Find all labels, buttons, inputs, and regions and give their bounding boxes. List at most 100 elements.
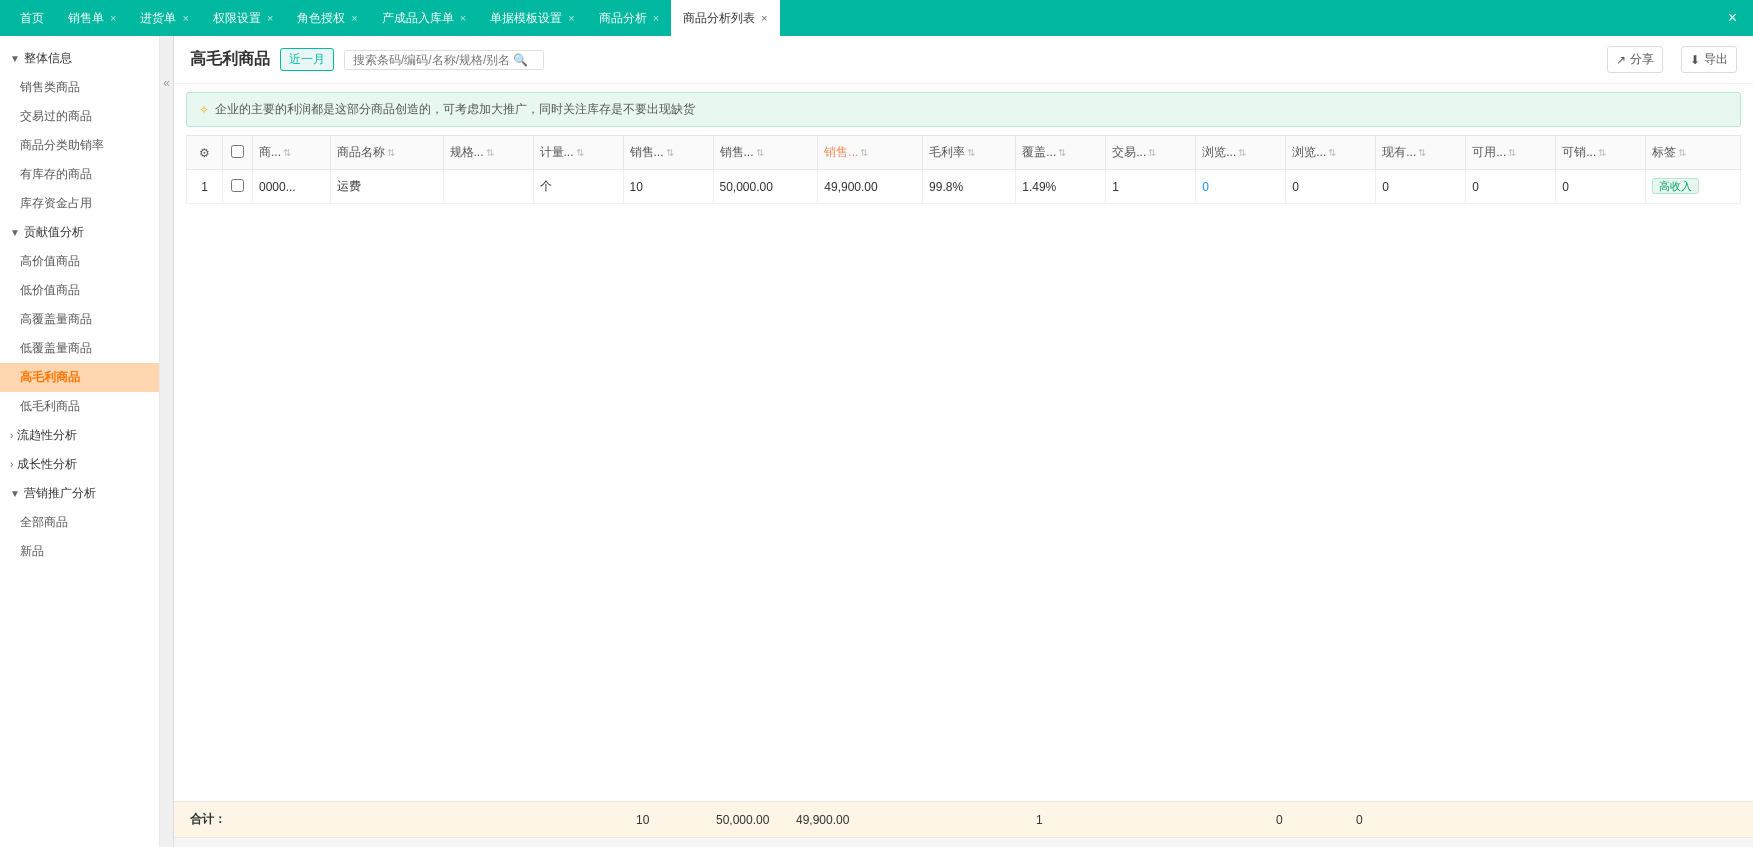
cell-checkbox[interactable] bbox=[223, 170, 253, 204]
nav-item-purchase[interactable]: 进货单 × bbox=[128, 0, 200, 36]
content-area: 高毛利商品 近一月 🔍 ↗ 分享 ⬇ 导出 ✧ 企业的主要 bbox=[174, 36, 1753, 847]
col-sales-cost[interactable]: 销售...⇅ bbox=[818, 136, 923, 170]
nav-close-analysis[interactable]: × bbox=[653, 12, 659, 24]
col-current-stock[interactable]: 现有...⇅ bbox=[1376, 136, 1466, 170]
sidebar-item-low-margin[interactable]: 低毛利商品 bbox=[0, 392, 159, 421]
info-banner: ✧ 企业的主要的利润都是这部分商品创造的，可考虑加大推广，同时关注库存是不要出现… bbox=[186, 92, 1741, 127]
nav-close-sales[interactable]: × bbox=[110, 12, 116, 24]
arrow-marketing: ▼ bbox=[10, 488, 20, 499]
search-input[interactable] bbox=[353, 53, 513, 67]
col-coverage[interactable]: 覆盖...⇅ bbox=[1016, 136, 1106, 170]
window-close-button[interactable]: × bbox=[1720, 9, 1745, 27]
nav-item-product-entry[interactable]: 产成品入库单 × bbox=[370, 0, 478, 36]
nav-item-role[interactable]: 角色授权 × bbox=[285, 0, 369, 36]
nav-close-template[interactable]: × bbox=[568, 12, 574, 24]
sidebar-group-marketing[interactable]: ▼ 营销推广分析 bbox=[0, 479, 159, 508]
nav-close-purchase[interactable]: × bbox=[182, 12, 188, 24]
sidebar-item-new-goods[interactable]: 新品 bbox=[0, 537, 159, 566]
col-transactions[interactable]: 交易...⇅ bbox=[1106, 136, 1196, 170]
col-name[interactable]: 商品名称⇅ bbox=[331, 136, 443, 170]
sidebar-group-overall[interactable]: ▼ 整体信息 bbox=[0, 44, 159, 73]
arrow-contribution: ▼ bbox=[10, 227, 20, 238]
cell-index: 1 bbox=[187, 170, 223, 204]
select-all-checkbox[interactable] bbox=[231, 145, 244, 158]
cell-gross-margin: 99.8% bbox=[923, 170, 1016, 204]
sidebar-group-growth[interactable]: › 成长性分析 bbox=[0, 450, 159, 479]
search-box: 🔍 bbox=[344, 50, 544, 70]
cell-views2: 0 bbox=[1286, 170, 1376, 204]
sidebar-group-trend[interactable]: › 流趋性分析 bbox=[0, 421, 159, 450]
sidebar-item-all-goods[interactable]: 全部商品 bbox=[0, 508, 159, 537]
sidebar-group-trend-label: 流趋性分析 bbox=[17, 427, 77, 444]
table-wrapper[interactable]: ⚙ 商...⇅ 商品名称⇅ 规格...⇅ 计量...⇅ 销售...⇅ 销售...… bbox=[174, 135, 1753, 801]
search-icon[interactable]: 🔍 bbox=[513, 53, 528, 67]
sidebar-group-growth-label: 成长性分析 bbox=[17, 456, 77, 473]
horizontal-scrollbar[interactable] bbox=[174, 837, 1753, 847]
time-filter-button[interactable]: 近一月 bbox=[280, 48, 334, 71]
share-button[interactable]: ↗ 分享 bbox=[1607, 46, 1663, 73]
row-checkbox[interactable] bbox=[231, 179, 244, 192]
top-nav: 首页 销售单 × 进货单 × 权限设置 × 角色授权 × 产成品入库单 × 单据… bbox=[0, 0, 1753, 36]
cell-transactions: 1 bbox=[1106, 170, 1196, 204]
cell-sellable: 0 bbox=[1556, 170, 1646, 204]
info-icon: ✧ bbox=[199, 103, 209, 117]
sidebar-item-category-rate[interactable]: 商品分类助销率 bbox=[0, 131, 159, 160]
sidebar-item-sales-goods[interactable]: 销售类商品 bbox=[0, 73, 159, 102]
nav-item-analysis[interactable]: 商品分析 × bbox=[587, 0, 671, 36]
sidebar-item-traded-goods[interactable]: 交易过的商品 bbox=[0, 102, 159, 131]
footer-sales-amount: 50,000.00 bbox=[710, 813, 790, 827]
col-checkbox[interactable] bbox=[223, 136, 253, 170]
nav-item-permission[interactable]: 权限设置 × bbox=[201, 0, 285, 36]
col-tag[interactable]: 标签⇅ bbox=[1646, 136, 1741, 170]
sidebar-group-marketing-label: 营销推广分析 bbox=[24, 485, 96, 502]
sidebar-item-stock-capital[interactable]: 库存资金占用 bbox=[0, 189, 159, 218]
sidebar-item-high-margin[interactable]: 高毛利商品 bbox=[0, 363, 159, 392]
nav-label-analysis: 商品分析 bbox=[599, 10, 647, 27]
col-available[interactable]: 可用...⇅ bbox=[1466, 136, 1556, 170]
col-sales-amount[interactable]: 销售...⇅ bbox=[713, 136, 818, 170]
cell-code: 0000... bbox=[253, 170, 331, 204]
col-views1[interactable]: 浏览...⇅ bbox=[1196, 136, 1286, 170]
cell-unit: 个 bbox=[533, 170, 623, 204]
nav-label-sales: 销售单 bbox=[68, 10, 104, 27]
cell-sales-cost: 49,900.00 bbox=[818, 170, 923, 204]
nav-close-analysis-list[interactable]: × bbox=[761, 12, 767, 24]
nav-close-permission[interactable]: × bbox=[267, 12, 273, 24]
collapse-icon: « bbox=[163, 76, 170, 90]
sidebar-item-low-value[interactable]: 低价值商品 bbox=[0, 276, 159, 305]
content-header: 高毛利商品 近一月 🔍 ↗ 分享 ⬇ 导出 bbox=[174, 36, 1753, 84]
sidebar-item-in-stock[interactable]: 有库存的商品 bbox=[0, 160, 159, 189]
arrow-trend: › bbox=[10, 430, 13, 441]
table-footer: 合计： 10 50,000.00 49,900.00 1 0 0 bbox=[174, 801, 1753, 837]
nav-label-purchase: 进货单 bbox=[140, 10, 176, 27]
nav-label-analysis-list: 商品分析列表 bbox=[683, 10, 755, 27]
cell-views1[interactable]: 0 bbox=[1196, 170, 1286, 204]
nav-item-home[interactable]: 首页 bbox=[8, 0, 56, 36]
col-settings[interactable]: ⚙ bbox=[187, 136, 223, 170]
footer-transactions: 1 bbox=[1030, 813, 1110, 827]
col-spec[interactable]: 规格...⇅ bbox=[443, 136, 533, 170]
col-unit[interactable]: 计量...⇅ bbox=[533, 136, 623, 170]
sidebar-group-contribution[interactable]: ▼ 贡献值分析 bbox=[0, 218, 159, 247]
col-sellable[interactable]: 可销...⇅ bbox=[1556, 136, 1646, 170]
sidebar-item-low-coverage[interactable]: 低覆盖量商品 bbox=[0, 334, 159, 363]
sidebar-collapse-button[interactable]: « bbox=[160, 36, 174, 847]
share-icon: ↗ bbox=[1616, 53, 1626, 67]
nav-close-role[interactable]: × bbox=[351, 12, 357, 24]
sidebar-group-contribution-label: 贡献值分析 bbox=[24, 224, 84, 241]
col-sales-qty[interactable]: 销售...⇅ bbox=[623, 136, 713, 170]
sidebar-item-high-coverage[interactable]: 高覆盖量商品 bbox=[0, 305, 159, 334]
cell-name: 运费 bbox=[331, 170, 443, 204]
col-code[interactable]: 商...⇅ bbox=[253, 136, 331, 170]
nav-label-product-entry: 产成品入库单 bbox=[382, 10, 454, 27]
nav-item-analysis-list[interactable]: 商品分析列表 × bbox=[671, 0, 779, 36]
nav-item-sales[interactable]: 销售单 × bbox=[56, 0, 128, 36]
table-header-row: ⚙ 商...⇅ 商品名称⇅ 规格...⇅ 计量...⇅ 销售...⇅ 销售...… bbox=[187, 136, 1741, 170]
col-gross-margin[interactable]: 毛利率⇅ bbox=[923, 136, 1016, 170]
export-button[interactable]: ⬇ 导出 bbox=[1681, 46, 1737, 73]
sidebar-item-high-value[interactable]: 高价值商品 bbox=[0, 247, 159, 276]
nav-close-product-entry[interactable]: × bbox=[460, 12, 466, 24]
sidebar: ▼ 整体信息 销售类商品 交易过的商品 商品分类助销率 有库存的商品 库存资金占… bbox=[0, 36, 160, 847]
nav-item-template[interactable]: 单据模板设置 × bbox=[478, 0, 586, 36]
col-views2[interactable]: 浏览...⇅ bbox=[1286, 136, 1376, 170]
